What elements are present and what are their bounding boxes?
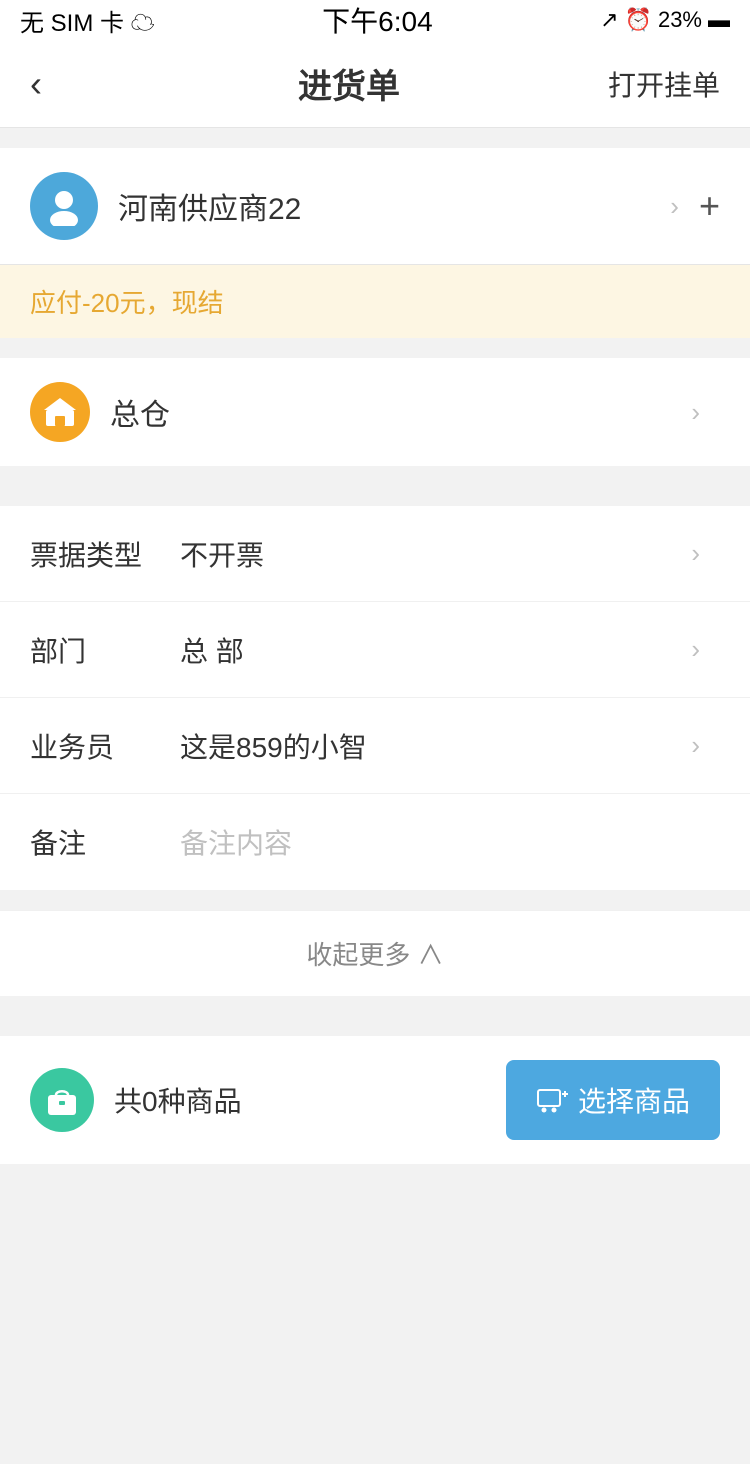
salesperson-label: 业务员 [30, 726, 150, 766]
invoice-type-label: 票据类型 [30, 534, 150, 574]
alarm-icon: ⏰ [625, 7, 652, 33]
battery-icon: ▬ [708, 7, 730, 33]
divider-1 [0, 338, 750, 358]
divider-3 [0, 996, 750, 1016]
collapse-row[interactable]: 收起更多 ∧ [0, 910, 750, 996]
product-icon-wrap [30, 1068, 94, 1132]
supplier-section: 河南供应商22 › + 应付-20元，现结 [0, 148, 750, 338]
salesperson-row[interactable]: 业务员 这是859的小智 › [0, 698, 750, 794]
select-product-button[interactable]: 选择商品 [506, 1060, 720, 1140]
select-product-label: 选择商品 [578, 1080, 690, 1120]
product-count-label: 共0种商品 [114, 1080, 486, 1120]
status-left: 无 SIM 卡 ☁ [20, 3, 155, 38]
warehouse-chevron-icon: › [691, 397, 700, 428]
location-icon: ↗ [600, 7, 618, 33]
warehouse-icon-wrap [30, 382, 90, 442]
page-title: 进货单 [298, 59, 400, 108]
remark-row[interactable]: 备注 备注内容 [0, 794, 750, 890]
invoice-type-chevron-icon: › [691, 538, 700, 569]
status-time: 下午6:04 [322, 0, 433, 40]
supplier-row[interactable]: 河南供应商22 › + [0, 148, 750, 265]
supplier-chevron-icon: › [670, 191, 679, 222]
back-button[interactable]: ‹ [30, 63, 90, 105]
department-label: 部门 [30, 630, 150, 670]
form-section: 票据类型 不开票 › 部门 总 部 › 业务员 这是859的小智 › 备注 备注… [0, 506, 750, 890]
product-bag-icon [43, 1081, 81, 1119]
department-value: 总 部 [150, 630, 691, 670]
product-bottom-section: 共0种商品 选择商品 [0, 1036, 750, 1164]
cart-icon [536, 1086, 568, 1114]
divider-2 [0, 466, 750, 486]
empty-area [0, 1164, 750, 1464]
supplier-name: 河南供应商22 [118, 184, 670, 228]
warehouse-row[interactable]: 总仓 › [0, 358, 750, 466]
person-icon [44, 186, 84, 226]
status-right: ↗ ⏰ 23% ▬ [600, 7, 730, 33]
warehouse-icon [42, 394, 78, 430]
open-pending-button[interactable]: 打开挂单 [608, 64, 720, 104]
top-divider [0, 128, 750, 148]
notice-banner: 应付-20元，现结 [0, 265, 750, 338]
battery-label: 23% [658, 7, 702, 33]
invoice-type-value: 不开票 [150, 534, 691, 574]
sim-label: 无 SIM 卡 ☁ [20, 3, 155, 38]
department-chevron-icon: › [691, 634, 700, 665]
salesperson-value: 这是859的小智 [150, 726, 691, 766]
add-supplier-button[interactable]: + [699, 188, 720, 224]
nav-bar: ‹ 进货单 打开挂单 [0, 40, 750, 128]
warehouse-section: 总仓 › [0, 358, 750, 466]
supplier-avatar [30, 172, 98, 240]
warehouse-label: 总仓 [110, 390, 691, 434]
status-bar: 无 SIM 卡 ☁ 下午6:04 ↗ ⏰ 23% ▬ [0, 0, 750, 40]
salesperson-chevron-icon: › [691, 730, 700, 761]
collapse-label: 收起更多 ∧ [306, 935, 443, 972]
remark-label: 备注 [30, 822, 150, 862]
department-row[interactable]: 部门 总 部 › [0, 602, 750, 698]
remark-placeholder: 备注内容 [150, 822, 720, 862]
invoice-type-row[interactable]: 票据类型 不开票 › [0, 506, 750, 602]
